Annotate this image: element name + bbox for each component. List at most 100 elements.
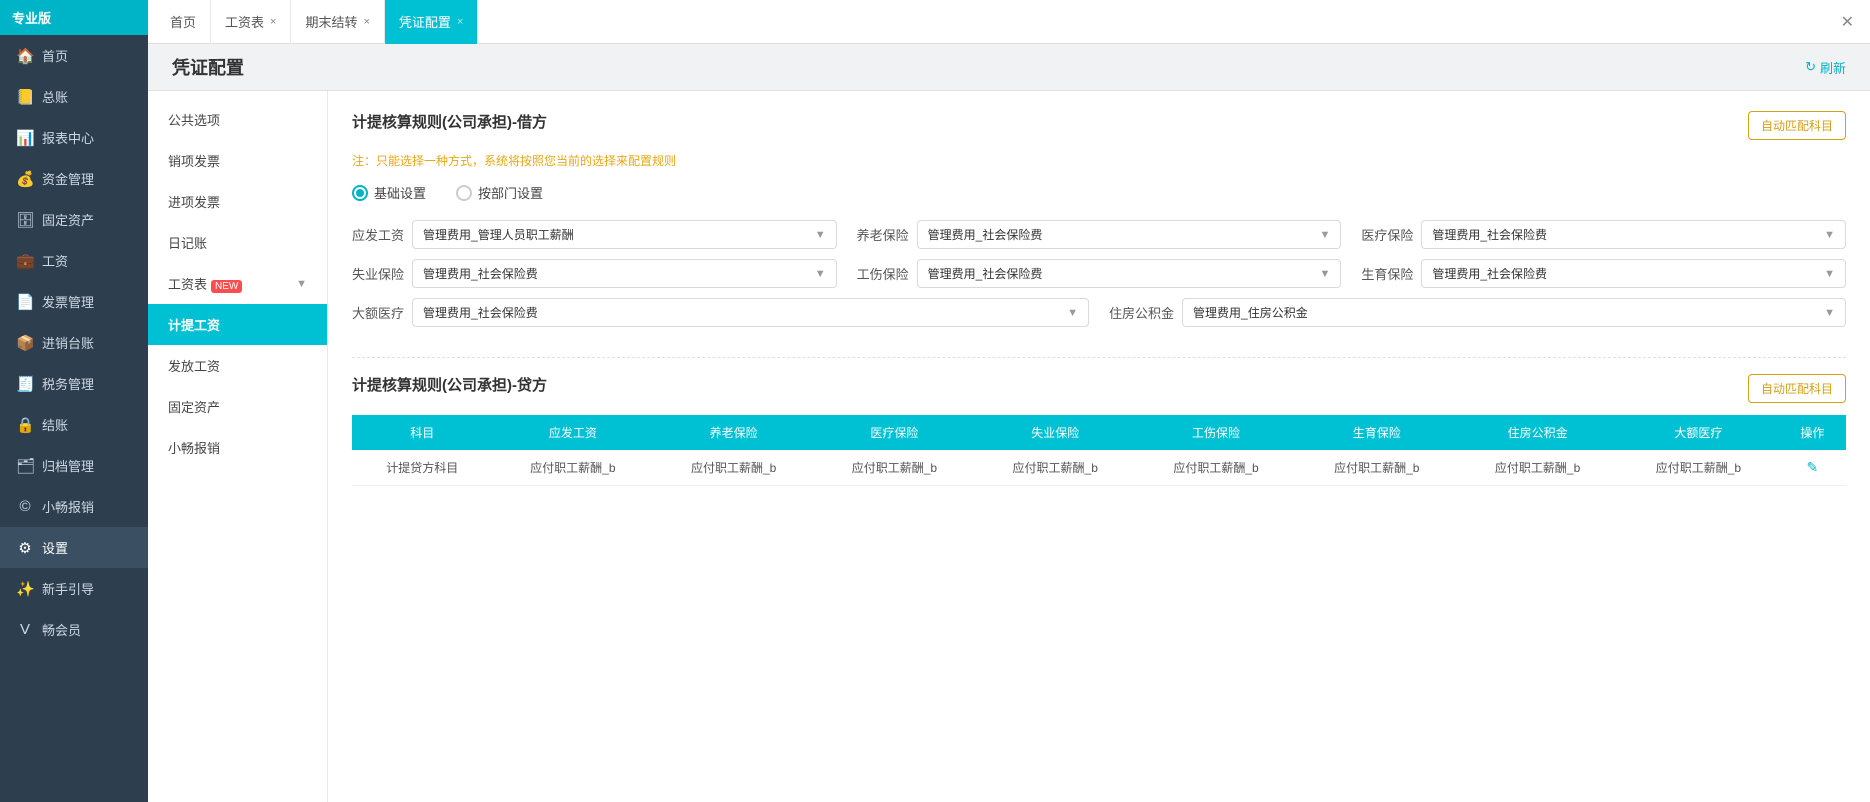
radio-basic[interactable]: 基础设置	[352, 183, 426, 202]
radio-dept[interactable]: 按部门设置	[456, 183, 543, 202]
form-select-maternity[interactable]: 管理费用_社会保险费 ▼	[1421, 259, 1846, 288]
sidebar-item-invoice[interactable]: 📄 发票管理	[0, 281, 148, 322]
credit-table: 科目应发工资养老保险医疗保险失业保险工伤保险生育保险住房公积金大额医疗操作 计提…	[352, 415, 1846, 486]
sidebar-label-home: 首页	[42, 46, 68, 65]
select-arrow-maternity: ▼	[1824, 268, 1835, 280]
left-nav-item-xiaochang-expense[interactable]: 小畅报销	[148, 427, 327, 468]
form-item-medical: 医疗保险 管理费用_社会保险费 ▼	[1361, 220, 1846, 249]
form-item-housing: 住房公积金 管理费用_住房公积金 ▼	[1109, 298, 1846, 327]
sidebar-label-archive: 归档管理	[42, 456, 94, 475]
table-cell-7: 应付职工薪酬_b	[1457, 450, 1618, 486]
tab-close-voucher-config[interactable]: ×	[457, 16, 463, 28]
form-label-pension: 养老保险	[857, 225, 909, 244]
tab-label-payroll: 工资表	[225, 12, 264, 31]
section-debit: 计提核算规则(公司承担)-借方 自动匹配科目 注：只能选择一种方式，系统将按照您…	[352, 111, 1846, 327]
sidebar-item-xiaochang[interactable]: ©小畅报销	[0, 486, 148, 527]
radio-dept-circle	[456, 185, 472, 201]
th-大额医疗: 大额医疗	[1618, 415, 1779, 450]
left-nav-label-payroll-table: 工资表NEW	[168, 274, 242, 293]
sidebar-icon-purchase: 📦	[16, 334, 34, 352]
auto-match-credit-button[interactable]: 自动匹配科目	[1748, 374, 1846, 403]
form-label-housing: 住房公积金	[1109, 303, 1174, 322]
sidebar-icon-invoice: 📄	[16, 293, 34, 311]
sidebar-item-settings[interactable]: ⚙设置	[0, 527, 148, 568]
auto-match-debit-button[interactable]: 自动匹配科目	[1748, 111, 1846, 140]
left-nav-item-payroll-table[interactable]: 工资表NEW▼	[148, 263, 327, 304]
left-nav-item-journal[interactable]: 日记账	[148, 222, 327, 263]
table-cell-4: 应付职工薪酬_b	[975, 450, 1136, 486]
th-住房公积金: 住房公积金	[1457, 415, 1618, 450]
sidebar-label-invoice: 发票管理	[42, 292, 94, 311]
sidebar-item-asset[interactable]: 🗄固定资产	[0, 199, 148, 240]
tab-close-payroll[interactable]: ×	[270, 16, 276, 28]
sidebar-item-vip[interactable]: V畅会员	[0, 609, 148, 650]
tab-close-period-close[interactable]: ×	[363, 16, 369, 28]
sidebar-label-fund: 资金管理	[42, 169, 94, 188]
edit-icon[interactable]: ✎	[1807, 459, 1819, 475]
sidebar-icon-vip: V	[16, 621, 34, 638]
section-divider	[352, 357, 1846, 358]
tab-period-close[interactable]: 期末结转 ×	[291, 0, 384, 44]
left-nav-label-xiaochang-expense: 小畅报销	[168, 438, 220, 457]
global-close-button[interactable]: ✕	[1833, 12, 1862, 32]
form-grid-row2: 失业保险 管理费用_社会保险费 ▼ 工伤保险 管理费用_社会保险费 ▼	[352, 259, 1846, 288]
credit-table-body: 计提贷方科目应付职工薪酬_b应付职工薪酬_b应付职工薪酬_b应付职工薪酬_b应付…	[352, 450, 1846, 486]
form-item-extra-medical: 大额医疗 管理费用_社会保险费 ▼	[352, 298, 1089, 327]
form-label-extra-medical: 大额医疗	[352, 303, 404, 322]
form-grid-row1: 应发工资 管理费用_管理人员职工薪酬 ▼ 养老保险 管理费用_社会保险费 ▼	[352, 220, 1846, 249]
form-item-injury: 工伤保险 管理费用_社会保险费 ▼	[857, 259, 1342, 288]
radio-basic-label: 基础设置	[374, 183, 426, 202]
sidebar-item-salary[interactable]: 💼工资	[0, 240, 148, 281]
form-item-unemployment: 失业保险 管理费用_社会保险费 ▼	[352, 259, 837, 288]
form-label-maternity: 生育保险	[1361, 264, 1413, 283]
sidebar-label-ledger: 总账	[42, 87, 68, 106]
sidebar-label-xiaochang: 小畅报销	[42, 497, 94, 516]
form-select-medical[interactable]: 管理费用_社会保险费 ▼	[1421, 220, 1846, 249]
form-select-unemployment[interactable]: 管理费用_社会保险费 ▼	[412, 259, 837, 288]
sidebar-item-fund[interactable]: 💰资金管理	[0, 158, 148, 199]
table-cell-1: 应付职工薪酬_b	[492, 450, 653, 486]
select-arrow-unemployment: ▼	[815, 268, 826, 280]
select-arrow-salary: ▼	[815, 229, 826, 241]
left-nav: 公共选项销项发票进项发票日记账工资表NEW▼计提工资发放工资固定资产小畅报销	[148, 91, 328, 802]
left-nav-item-fixed-asset[interactable]: 固定资产	[148, 386, 327, 427]
tab-payroll[interactable]: 工资表 ×	[211, 0, 291, 44]
form-select-injury[interactable]: 管理费用_社会保险费 ▼	[917, 259, 1342, 288]
sidebar-icon-archive: 🗂	[16, 457, 34, 475]
form-select-salary[interactable]: 管理费用_管理人员职工薪酬 ▼	[412, 220, 837, 249]
sidebar-item-guide[interactable]: ✨新手引导	[0, 568, 148, 609]
sidebar-item-home[interactable]: 🏠首页	[0, 35, 148, 76]
left-nav-label-sales-invoice: 销项发票	[168, 151, 220, 170]
left-nav-item-purchase-invoice[interactable]: 进项发票	[148, 181, 327, 222]
form-select-extra-medical[interactable]: 管理费用_社会保险费 ▼	[412, 298, 1089, 327]
tab-label-period-close: 期末结转	[305, 12, 357, 31]
sidebar-item-tax[interactable]: 🧾税务管理	[0, 363, 148, 404]
table-cell-6: 应付职工薪酬_b	[1296, 450, 1457, 486]
tab-voucher-config[interactable]: 凭证配置×	[385, 0, 478, 44]
form-select-pension[interactable]: 管理费用_社会保险费 ▼	[917, 220, 1342, 249]
sidebar-item-report[interactable]: 📊报表中心	[0, 117, 148, 158]
select-arrow-medical: ▼	[1824, 229, 1835, 241]
sidebar-item-purchase[interactable]: 📦进销台账	[0, 322, 148, 363]
sidebar-item-close[interactable]: 🔒结账	[0, 404, 148, 445]
page-title: 凭证配置	[172, 54, 244, 80]
refresh-button[interactable]: ↻ 刷新	[1805, 58, 1846, 77]
sidebar-icon-guide: ✨	[16, 580, 34, 598]
left-nav-item-issue-salary[interactable]: 发放工资	[148, 345, 327, 386]
form-select-pension-value: 管理费用_社会保险费	[928, 226, 1043, 243]
sidebar-icon-report: 📊	[16, 129, 34, 147]
section-debit-note: 注：只能选择一种方式，系统将按照您当前的选择来配置规则	[352, 152, 1846, 169]
section-credit-title: 计提核算规则(公司承担)-贷方	[352, 374, 547, 395]
tab-home[interactable]: 首页	[156, 0, 211, 44]
sidebar-item-ledger[interactable]: 📒总账	[0, 76, 148, 117]
form-select-housing[interactable]: 管理费用_住房公积金 ▼	[1182, 298, 1846, 327]
left-nav-item-public[interactable]: 公共选项	[148, 99, 327, 140]
sidebar-item-archive[interactable]: 🗂 归档管理	[0, 445, 148, 486]
tab-label-home: 首页	[170, 12, 196, 31]
sidebar: 专业版 🏠首页📒总账📊报表中心💰资金管理🗄固定资产💼工资📄发票管理📦进销台账🧾税…	[0, 0, 148, 802]
form-item-salary: 应发工资 管理费用_管理人员职工薪酬 ▼	[352, 220, 837, 249]
left-nav-item-accrual-salary[interactable]: 计提工资	[148, 304, 327, 345]
th-工伤保险: 工伤保险	[1136, 415, 1297, 450]
sidebar-icon-tax: 🧾	[16, 375, 34, 393]
left-nav-item-sales-invoice[interactable]: 销项发票	[148, 140, 327, 181]
